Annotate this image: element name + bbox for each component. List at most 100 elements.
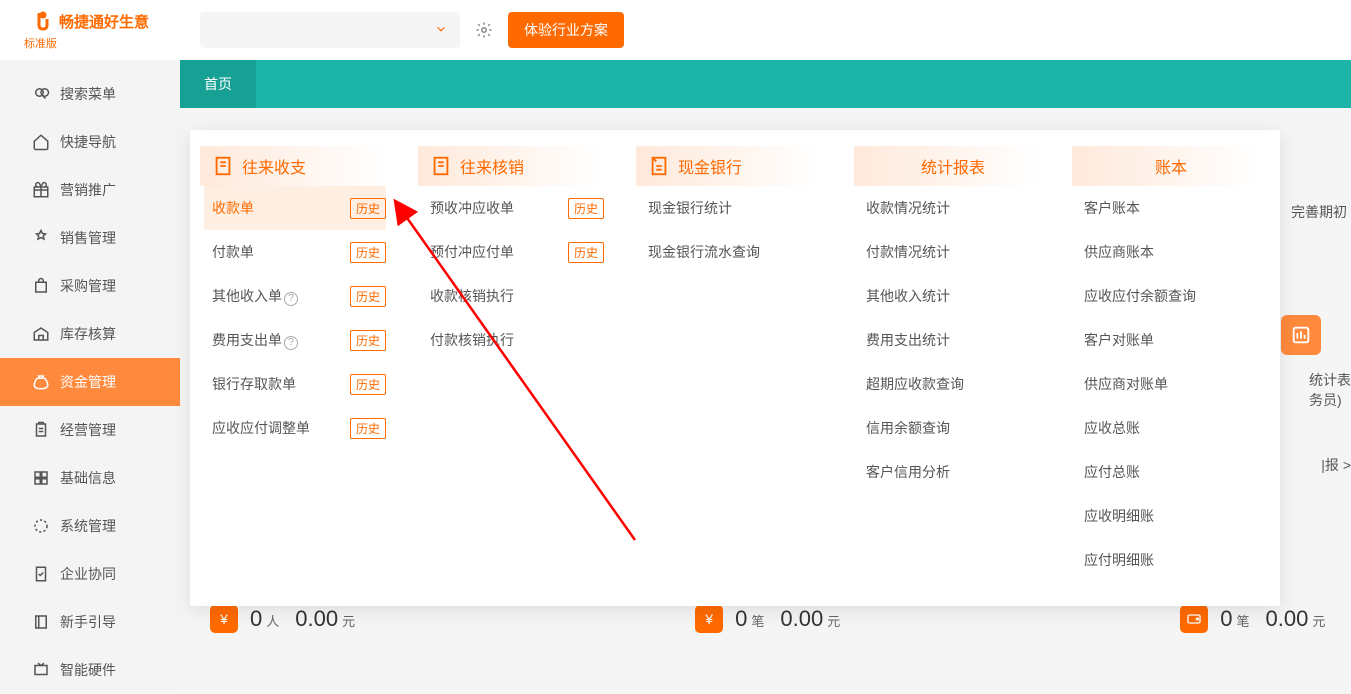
menu-label: 收款情况统计: [866, 198, 950, 218]
menu-label: 应收应付余额查询: [1084, 286, 1196, 306]
history-tag[interactable]: 历史: [568, 198, 604, 219]
menu-cashbank-flow[interactable]: 现金银行流水查询: [648, 230, 822, 274]
menu-label: 收款单: [212, 198, 254, 218]
history-tag[interactable]: 历史: [350, 330, 386, 351]
stat-count: 0: [1220, 606, 1232, 632]
menu-label: 现金银行流水查询: [648, 242, 760, 262]
menu-supplier-statement[interactable]: 供应商对账单: [1084, 362, 1258, 406]
help-icon[interactable]: ?: [284, 336, 298, 350]
stat-unit: 笔: [751, 611, 764, 630]
menu-expense-order[interactable]: 费用支出单?历史: [212, 318, 386, 362]
logo-brand: 畅捷通好生意: [59, 11, 149, 32]
flyout-header-title: 统计报表: [921, 154, 985, 178]
menu-ar-detail[interactable]: 应收明细账: [1084, 494, 1258, 538]
flyout-col-verification: 往来核销 预收冲应收单历史 预付冲应付单历史 收款核销执行 付款核销执行: [408, 146, 626, 582]
stat-unit: 人: [266, 611, 279, 630]
hint-report-link[interactable]: |报 >: [1321, 455, 1351, 475]
hint-perfect-initial: 完善期初: [1291, 200, 1351, 225]
menu-prepay-offset[interactable]: 预付冲应付单历史: [430, 230, 604, 274]
sidebar-item-finance[interactable]: 资金管理: [0, 358, 180, 406]
menu-otherincome-stat[interactable]: 其他收入统计: [866, 274, 1040, 318]
industry-plan-button[interactable]: 体验行业方案: [508, 12, 624, 48]
logo-edition: 标准版: [24, 35, 57, 51]
flyout-header-reports: 统计报表: [854, 146, 1040, 186]
hint-stat-table: 统计表: [1309, 370, 1351, 390]
history-tag[interactable]: 历史: [350, 242, 386, 263]
menu-ar-general[interactable]: 应收总账: [1084, 406, 1258, 450]
menu-ap-detail[interactable]: 应付明细账: [1084, 538, 1258, 582]
sidebar-item-search[interactable]: 搜索菜单: [0, 70, 180, 118]
menu-label: 应收总账: [1084, 418, 1140, 438]
stat-amt-unit: 元: [1312, 611, 1325, 630]
nav-list: 搜索菜单 快捷导航 营销推广 销售管理 采购管理 库存核算 资金管理 经营管理 …: [0, 60, 180, 694]
sidebar-item-system[interactable]: 系统管理: [0, 502, 180, 550]
menu-other-income[interactable]: 其他收入单?历史: [212, 274, 386, 318]
menu-ap-general[interactable]: 应付总账: [1084, 450, 1258, 494]
home-icon: [32, 133, 50, 151]
warehouse-icon: [32, 325, 50, 343]
menu-label: 付款单: [212, 242, 254, 262]
flyout-header-title: 现金银行: [678, 154, 742, 178]
menu-overdue-query[interactable]: 超期应收款查询: [866, 362, 1040, 406]
menu-payment-stat[interactable]: 付款情况统计: [866, 230, 1040, 274]
sidebar-item-marketing[interactable]: 营销推广: [0, 166, 180, 214]
menu-prerec-offset[interactable]: 预收冲应收单 历史: [430, 186, 604, 230]
menu-customer-statement[interactable]: 客户对账单: [1084, 318, 1258, 362]
tv-icon: [32, 661, 50, 679]
doc-icon: [648, 155, 670, 177]
stat-amount: 0.00: [295, 606, 338, 632]
menu-ar-ap-balance[interactable]: 应收应付余额查询: [1084, 274, 1258, 318]
sidebar-item-collab[interactable]: 企业协同: [0, 550, 180, 598]
sidebar-item-label: 基础信息: [60, 468, 116, 488]
sidebar-item-label: 资金管理: [60, 372, 116, 392]
menu-label: 应收应付调整单: [212, 418, 310, 438]
gear-icon[interactable]: [470, 16, 498, 44]
store-selector[interactable]: [200, 12, 460, 48]
help-icon[interactable]: ?: [284, 292, 298, 306]
menu-bank-deposit[interactable]: 银行存取款单 历史: [212, 362, 386, 406]
menu-receipt-stat[interactable]: 收款情况统计: [866, 186, 1040, 230]
history-tag[interactable]: 历史: [350, 418, 386, 439]
menu-customer-ledger[interactable]: 客户账本: [1084, 186, 1258, 230]
history-tag[interactable]: 历史: [350, 198, 386, 219]
menu-label: 预收冲应收单: [430, 198, 514, 218]
stat-orders: ¥ 0笔 0.00元: [695, 605, 840, 633]
stat-count: 0: [735, 606, 747, 632]
menu-label: 收款核销执行: [430, 286, 514, 306]
sidebar-item-baseinfo[interactable]: 基础信息: [0, 454, 180, 502]
menu-label: 应付明细账: [1084, 550, 1154, 570]
menu-label: 客户信用分析: [866, 462, 950, 482]
menu-cashbank-stat[interactable]: 现金银行统计: [648, 186, 822, 230]
menu-credit-balance[interactable]: 信用余额查询: [866, 406, 1040, 450]
sidebar-item-purchase[interactable]: 采购管理: [0, 262, 180, 310]
menu-label: 客户账本: [1084, 198, 1140, 218]
menu-receipt-verify[interactable]: 收款核销执行: [430, 274, 604, 318]
history-tag[interactable]: 历史: [568, 242, 604, 263]
menu-label: 银行存取款单: [212, 374, 296, 394]
sidebar-item-newbie[interactable]: 新手引导: [0, 598, 180, 646]
sidebar-item-sales[interactable]: 销售管理: [0, 214, 180, 262]
history-tag[interactable]: 历史: [350, 374, 386, 395]
menu-label: 其他收入统计: [866, 286, 950, 306]
menu-expense-stat[interactable]: 费用支出统计: [866, 318, 1040, 362]
wallet-icon: [1180, 605, 1208, 633]
sidebar-item-hardware[interactable]: 智能硬件: [0, 646, 180, 694]
sidebar-item-label: 库存核算: [60, 324, 116, 344]
menu-label: 供应商对账单: [1084, 374, 1168, 394]
sidebar-item-business[interactable]: 经营管理: [0, 406, 180, 454]
sidebar-item-inventory[interactable]: 库存核算: [0, 310, 180, 358]
menu-payment-order[interactable]: 付款单 历史: [212, 230, 386, 274]
menu-payment-verify[interactable]: 付款核销执行: [430, 318, 604, 362]
history-tag[interactable]: 历史: [350, 286, 386, 307]
stat-amt-unit: 元: [342, 611, 355, 630]
sidebar-item-quicknav[interactable]: 快捷导航: [0, 118, 180, 166]
tab-home[interactable]: 首页: [180, 60, 256, 108]
logo-icon: [31, 9, 55, 33]
menu-customer-credit[interactable]: 客户信用分析: [866, 450, 1040, 494]
menu-adjust-order[interactable]: 应收应付调整单 历史: [212, 406, 386, 450]
sidebar-item-label: 快捷导航: [60, 132, 116, 152]
menu-supplier-ledger[interactable]: 供应商账本: [1084, 230, 1258, 274]
tabbar: 首页: [180, 60, 1351, 108]
menu-label: 信用余额查询: [866, 418, 950, 438]
menu-receipt-order[interactable]: 收款单 历史: [204, 186, 386, 230]
